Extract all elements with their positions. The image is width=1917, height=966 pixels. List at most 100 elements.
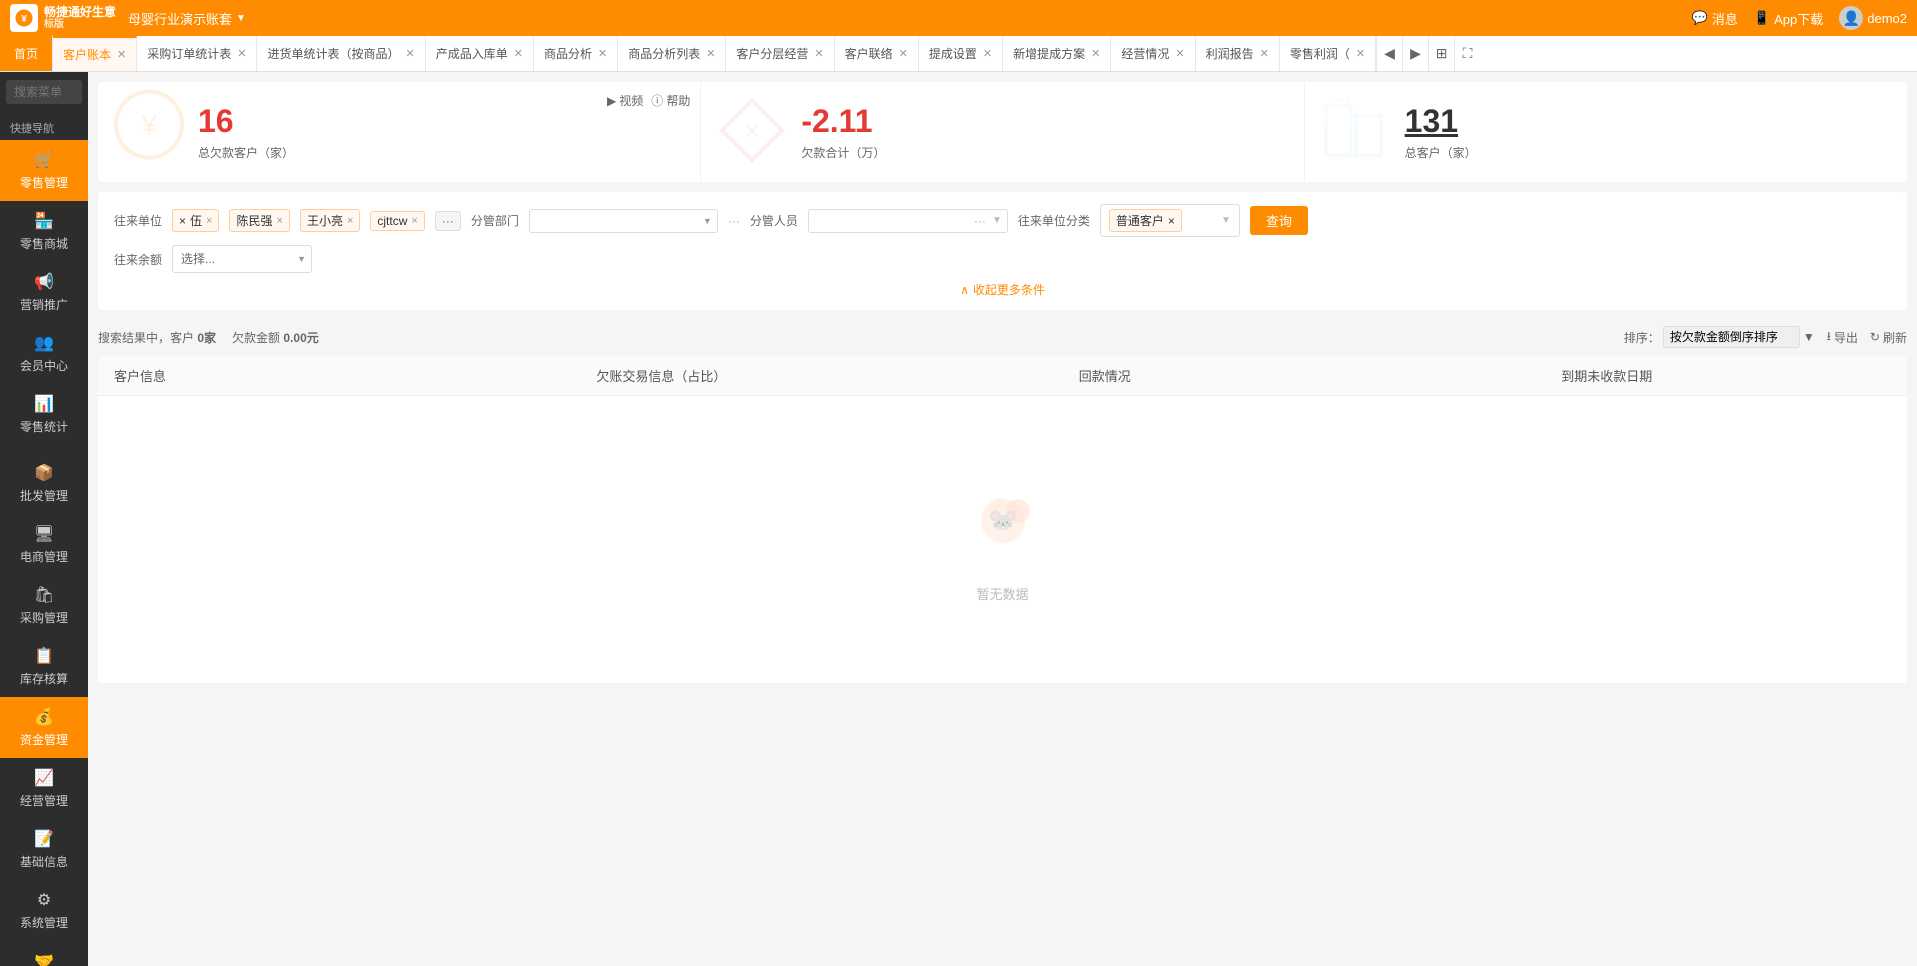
stat-debit-amount: ✕ -2.11 欠款合计（万） (701, 82, 1304, 182)
tab-production-in[interactable]: 产成品入库单 ✕ (426, 36, 534, 71)
sidebar-item-operation-mgmt[interactable]: 📈 经营管理 (0, 758, 88, 819)
filter-dept-label: 分管部门 (471, 212, 519, 229)
sidebar-item-retail-mall[interactable]: 🏪 零售商城 (0, 201, 88, 262)
app-download-icon: 📱 (1754, 10, 1770, 26)
tab-customer-account[interactable]: 客户账本 ✕ (53, 36, 137, 71)
sort-chevron-icon: ▼ (1803, 330, 1815, 344)
refresh-btn[interactable]: ↻ 刷新 (1870, 329, 1907, 346)
filter-area: 往来单位 × 伍 × 陈民强 × 王小亮 × (98, 192, 1907, 310)
staff-expand-btn[interactable]: ··· (974, 214, 986, 228)
empty-state: 🐭 暂无数据 (98, 396, 1907, 683)
sort-label: 排序： 按欠款金额倒序排序 ▼ (1624, 326, 1815, 348)
stat-total-customers: 131 总客户（家） (1305, 82, 1907, 182)
tab-home[interactable]: 首页 (0, 36, 53, 71)
sidebar-item-basic-info[interactable]: 📝 基础信息 (0, 819, 88, 880)
tab-close-production-in[interactable]: ✕ (514, 47, 523, 60)
system-mgmt-icon: ⚙ (37, 890, 51, 910)
tab-close-retail-profit[interactable]: ✕ (1356, 47, 1365, 60)
filter-tag-remove-wang[interactable]: × (347, 215, 353, 227)
sidebar: 快捷导航 🛒 零售管理 🏪 零售商城 📢 营销推广 👥 会员中心 📊 零售统计 (0, 72, 88, 966)
help-btn[interactable]: ⓘ 帮助 (651, 92, 690, 109)
sidebar-item-wholesale-mgmt[interactable]: 📦 批发管理 (0, 453, 88, 514)
query-btn[interactable]: 查询 (1250, 206, 1308, 235)
tab-close-customer-account[interactable]: ✕ (117, 48, 126, 61)
sidebar-item-member-center[interactable]: 👥 会员中心 (0, 323, 88, 384)
avatar: 👤 (1839, 6, 1863, 30)
collapse-btn[interactable]: ∧ 收起更多条件 (960, 281, 1045, 298)
tab-close-product-analysis-list[interactable]: ✕ (706, 47, 715, 60)
quick-nav-label: 快捷导航 (0, 112, 88, 140)
sidebar-item-ecommerce[interactable]: 🖥 电商管理 (0, 514, 88, 575)
tab-product-analysis[interactable]: 商品分析 ✕ (534, 36, 618, 71)
logo: ¥ 畅捷通好生意 标版 (10, 4, 116, 32)
sidebar-item-retail-mgmt[interactable]: 🛒 零售管理 (0, 140, 88, 201)
sort-select[interactable]: 按欠款金额倒序排序 (1663, 326, 1800, 348)
results-bar: 搜索结果中，客户 0家 欠款金额 0.00元 排序： 按欠款金额倒序排序 (98, 320, 1907, 356)
tab-scroll-right[interactable]: ▶ (1402, 36, 1428, 72)
tab-close-prompt-settings[interactable]: ✕ (983, 47, 992, 60)
stats-row: ¥ 16 总欠款客户（家） ▶ 视频 ⓘ (98, 82, 1907, 182)
sidebar-item-label: 批发管理 (20, 487, 68, 504)
tab-close-purchase-stat[interactable]: ✕ (406, 47, 415, 60)
dept-expand-btn[interactable]: ··· (728, 214, 740, 228)
tab-purchase-order[interactable]: 采购订单统计表 ✕ (137, 36, 257, 71)
tab-close-customer-segment[interactable]: ✕ (814, 47, 823, 60)
export-icon: ⭳ (1827, 327, 1831, 348)
tab-close-profit-report[interactable]: ✕ (1260, 47, 1269, 60)
tab-product-analysis-list[interactable]: 商品分析列表 ✕ (618, 36, 726, 71)
tab-fullscreen[interactable]: ⛶ (1454, 36, 1480, 72)
sidebar-item-finance[interactable]: 💰 资金管理 (0, 697, 88, 758)
logo-sub: 标版 (44, 19, 116, 31)
account-selector[interactable]: 母婴行业演示账套 ▼ (128, 9, 246, 28)
tab-close-purchase-order[interactable]: ✕ (237, 47, 246, 60)
unit-category-select[interactable]: 普通客户 × ▼ (1100, 204, 1240, 237)
tab-close-customer-contact[interactable]: ✕ (899, 47, 908, 60)
filter-tag-remove-chen[interactable]: × (277, 215, 283, 227)
username-label: demo2 (1867, 11, 1907, 26)
tab-prompt-settings[interactable]: 提成设置 ✕ (919, 36, 1003, 71)
search-input[interactable] (6, 80, 82, 104)
sidebar-item-enterprise-coop[interactable]: 🤝 企业协同 (0, 941, 88, 966)
tab-close-operation-status[interactable]: ✕ (1175, 47, 1184, 60)
tab-new-prompt[interactable]: 新增提成方案 ✕ (1003, 36, 1111, 71)
tab-more[interactable]: ⊞ (1428, 36, 1454, 72)
empty-state-text: 暂无数据 (976, 584, 1028, 603)
sidebar-item-label: 库存核算 (20, 670, 68, 687)
tab-customer-segment[interactable]: 客户分层经营 ✕ (726, 36, 834, 71)
filter-tag-remove-cjttcw[interactable]: × (411, 215, 417, 227)
message-btn[interactable]: 💬 消息 (1692, 9, 1738, 28)
collapse-row: ∧ 收起更多条件 (114, 281, 1891, 298)
tab-purchase-stat[interactable]: 进货单统计表（按商品） ✕ (257, 36, 425, 71)
th-debt-trade-info: 欠账交易信息（占比） (580, 356, 1062, 395)
tab-profit-report[interactable]: 利润报告 ✕ (1196, 36, 1280, 71)
account-selector-text: 母婴行业演示账套 (128, 9, 232, 28)
sidebar-item-marketing[interactable]: 📢 营销推广 (0, 262, 88, 323)
tab-close-product-analysis[interactable]: ✕ (598, 47, 607, 60)
sidebar-item-purchase-mgmt[interactable]: 🛍 采购管理 (0, 575, 88, 636)
app-download-label: App下载 (1774, 9, 1823, 28)
sidebar-item-inventory[interactable]: 📋 库存核算 (0, 636, 88, 697)
filter-tag-remove-wu[interactable]: × (206, 215, 212, 227)
sidebar-item-retail-stats[interactable]: 📊 零售统计 (0, 384, 88, 445)
basic-info-icon: 📝 (34, 829, 54, 849)
th-customer-info: 客户信息 (98, 356, 580, 395)
sidebar-item-label: 系统管理 (20, 914, 68, 931)
results-actions: 排序： 按欠款金额倒序排序 ▼ ⭳ 导出 ↻ 刷新 (1624, 326, 1907, 348)
tab-scroll-left[interactable]: ◀ (1376, 36, 1402, 72)
video-btn[interactable]: ▶ 视频 (607, 92, 643, 109)
sidebar-item-system-mgmt[interactable]: ⚙ 系统管理 (0, 880, 88, 941)
dept-input[interactable] (529, 209, 718, 233)
retail-mall-icon: 🏪 (34, 211, 54, 231)
app-download-btn[interactable]: 📱 App下载 (1754, 9, 1823, 28)
tab-close-new-prompt[interactable]: ✕ (1091, 47, 1100, 60)
tab-customer-contact[interactable]: 客户联络 ✕ (835, 36, 919, 71)
filter-more-btn[interactable]: ··· (435, 211, 461, 231)
debt-amount: 0.00元 (283, 331, 318, 345)
export-btn[interactable]: ⭳ 导出 (1827, 327, 1858, 348)
tab-retail-profit[interactable]: 零售利润（ ✕ (1280, 36, 1376, 71)
tab-operation-status[interactable]: 经营情况 ✕ (1111, 36, 1195, 71)
retail-mgmt-icon: 🛒 (34, 150, 54, 170)
user-menu[interactable]: 👤 demo2 (1839, 6, 1907, 30)
balance-select[interactable]: 选择... (172, 245, 312, 273)
category-tag-remove[interactable]: × (1168, 214, 1175, 228)
